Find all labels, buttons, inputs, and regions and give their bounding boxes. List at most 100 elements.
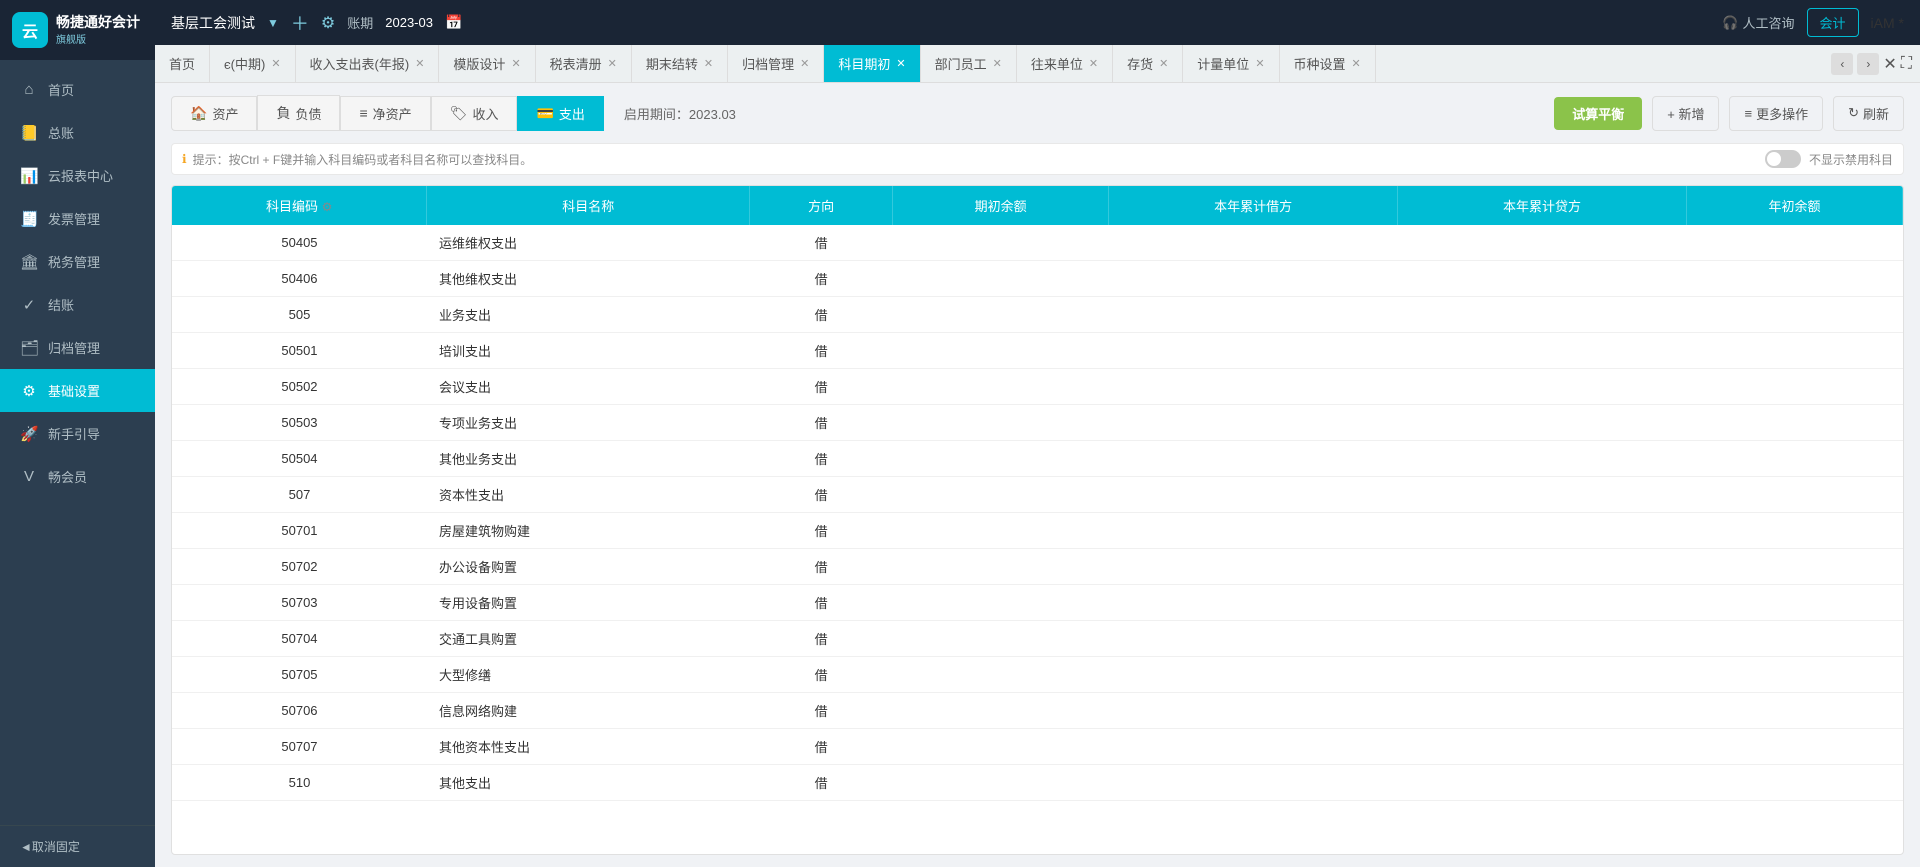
table-row[interactable]: 50502 会议支出 借 — [172, 369, 1903, 405]
ledger-icon: 📒 — [20, 124, 38, 142]
tab-close-icon[interactable]: ✕ — [800, 57, 809, 70]
cell-ytd-credit — [1398, 513, 1687, 549]
cell-code: 50703 — [172, 585, 427, 621]
tab-next-button[interactable]: › — [1857, 53, 1879, 75]
sidebar-item-settings[interactable]: ⚙ 基础设置 — [0, 369, 155, 412]
subtab-expense[interactable]: 💳 支出 — [517, 96, 603, 131]
disable-toggle[interactable] — [1765, 150, 1801, 168]
table-row[interactable]: 50707 其他资本性支出 借 — [172, 729, 1903, 765]
info-icon: ℹ — [182, 152, 187, 166]
tab-close-icon[interactable]: ✕ — [1255, 57, 1264, 70]
service-button[interactable]: 🎧 人工咨询 — [1722, 13, 1794, 32]
calendar-icon[interactable]: 📅 — [445, 14, 462, 31]
account-button[interactable]: 会计 — [1807, 8, 1859, 37]
tab-tax[interactable]: 税表清册 ✕ — [536, 45, 632, 83]
col-header-period-balance: 期初余额 — [893, 186, 1109, 225]
subtab-income[interactable]: 🏷 收入 — [431, 96, 518, 131]
table-row[interactable]: 50704 交通工具购置 借 — [172, 621, 1903, 657]
cell-ytd-credit — [1398, 405, 1687, 441]
tab-contacts[interactable]: 往来单位 ✕ — [1017, 45, 1113, 83]
tab-subject-init[interactable]: 科目期初 ✕ — [824, 45, 920, 83]
refresh-button[interactable]: ↻ 刷新 — [1833, 96, 1904, 131]
table-row[interactable]: 50503 专项业务支出 借 — [172, 405, 1903, 441]
tab-dept[interactable]: 部门员工 ✕ — [921, 45, 1017, 83]
table-row[interactable]: 50406 其他维权支出 借 — [172, 261, 1903, 297]
tab-close-icon[interactable]: ✕ — [1159, 57, 1168, 70]
sidebar-item-close[interactable]: ✓ 结账 — [0, 283, 155, 326]
cell-direction: 借 — [750, 765, 893, 801]
table-row[interactable]: 505 业务支出 借 — [172, 297, 1903, 333]
add-company-icon[interactable]: ＋ — [291, 10, 309, 36]
app-logo: 云 畅捷通好会计 旗舰版 — [0, 0, 155, 60]
tab-close-icon[interactable]: ✕ — [993, 57, 1002, 70]
tab-unit[interactable]: 计量单位 ✕ — [1183, 45, 1279, 83]
sidebar-item-invoice[interactable]: 🧾 发票管理 — [0, 197, 155, 240]
tab-close-icon[interactable]: ✕ — [896, 57, 905, 70]
expand-icon[interactable]: ⛶ — [1901, 55, 1912, 73]
cell-period-balance — [893, 513, 1109, 549]
tab-home[interactable]: 首页 — [155, 45, 210, 83]
tab-income[interactable]: 收入支出表(年报) ✕ — [296, 45, 440, 83]
column-settings-icon[interactable]: ⚙ — [322, 200, 333, 214]
tab-close-icon[interactable]: ✕ — [1089, 57, 1098, 70]
cell-code: 505 — [172, 297, 427, 333]
cell-name: 办公设备购置 — [427, 549, 750, 585]
tab-period-close[interactable]: 期末结转 ✕ — [632, 45, 728, 83]
table-row[interactable]: 50703 专用设备购置 借 — [172, 585, 1903, 621]
more-actions-button[interactable]: ≡ 更多操作 — [1729, 96, 1823, 131]
table-row[interactable]: 507 资本性支出 借 — [172, 477, 1903, 513]
tab-close-icon[interactable]: ✕ — [511, 57, 520, 70]
sidebar-item-home[interactable]: ⌂ 首页 — [0, 68, 155, 111]
cell-ytd-debit — [1109, 693, 1398, 729]
sidebar-item-member[interactable]: V 畅会员 — [0, 455, 155, 498]
sidebar-collapse[interactable]: ◄取消固定 — [0, 825, 155, 867]
guide-icon: 🚀 — [20, 425, 38, 443]
table-row[interactable]: 50405 运维维权支出 借 — [172, 225, 1903, 261]
tab-close-icon[interactable]: ✕ — [271, 57, 280, 70]
dropdown-arrow-icon[interactable]: ▼ — [267, 16, 279, 30]
tab-archive[interactable]: 归档管理 ✕ — [728, 45, 824, 83]
cell-direction: 借 — [750, 225, 893, 261]
tab-inventory[interactable]: 存货 ✕ — [1113, 45, 1183, 83]
table-row[interactable]: 50705 大型修缮 借 — [172, 657, 1903, 693]
calc-balance-button[interactable]: 试算平衡 — [1554, 97, 1642, 130]
subtab-net-asset[interactable]: ≡ 净资产 — [340, 96, 430, 131]
col-header-ytd-debit: 本年累计借方 — [1109, 186, 1398, 225]
tabbar-navigation: ‹ › ✕ ⛶ — [1823, 53, 1920, 75]
tab-template[interactable]: 模版设计 ✕ — [439, 45, 535, 83]
tab-close-icon[interactable]: ✕ — [608, 57, 617, 70]
topbar-settings-icon[interactable]: ⚙ — [321, 13, 335, 33]
table-row[interactable]: 50701 房屋建筑物购建 借 — [172, 513, 1903, 549]
sidebar-item-ledger[interactable]: 📒 总账 — [0, 111, 155, 154]
table-row[interactable]: 50501 培训支出 借 — [172, 333, 1903, 369]
sidebar-item-archive[interactable]: 🗂 归档管理 — [0, 326, 155, 369]
sidebar-item-guide[interactable]: 🚀 新手引导 — [0, 412, 155, 455]
app-name: 畅捷通好会计 — [56, 14, 140, 31]
sidebar-item-tax[interactable]: 🏛 税务管理 — [0, 240, 155, 283]
tab-label: 期末结转 — [646, 54, 698, 73]
sidebar-item-label: 基础设置 — [48, 381, 100, 400]
table-row[interactable]: 50702 办公设备购置 借 — [172, 549, 1903, 585]
sidebar-item-reports[interactable]: 📊 云报表中心 — [0, 154, 155, 197]
home-icon: ⌂ — [20, 81, 38, 98]
tab-close-icon[interactable]: ✕ — [415, 57, 424, 70]
tab-prev-button[interactable]: ‹ — [1831, 53, 1853, 75]
income-icon: 🏷 — [450, 105, 468, 122]
cell-name: 其他支出 — [427, 765, 750, 801]
table-row[interactable]: 510 其他支出 借 — [172, 765, 1903, 801]
table-row[interactable]: 50706 信息网络购建 借 — [172, 693, 1903, 729]
cell-name: 资本性支出 — [427, 477, 750, 513]
period-display: 启用期间：2023.03 — [624, 104, 736, 123]
tab-mid[interactable]: є(中期) ✕ — [210, 45, 296, 83]
tab-close-icon[interactable]: ✕ — [1352, 57, 1361, 70]
toggle-area: 不显示禁用科目 — [1765, 150, 1893, 168]
add-button[interactable]: + 新增 — [1652, 96, 1719, 131]
cell-ytd-credit — [1398, 261, 1687, 297]
subtab-liability[interactable]: 負 负债 — [257, 95, 340, 131]
subtab-asset[interactable]: 🏠 资产 — [171, 96, 257, 131]
close-all-tabs-icon[interactable]: ✕ — [1883, 54, 1896, 74]
cell-ytd-debit — [1109, 441, 1398, 477]
table-row[interactable]: 50504 其他业务支出 借 — [172, 441, 1903, 477]
tab-currency[interactable]: 币种设置 ✕ — [1280, 45, 1376, 83]
tab-close-icon[interactable]: ✕ — [704, 57, 713, 70]
